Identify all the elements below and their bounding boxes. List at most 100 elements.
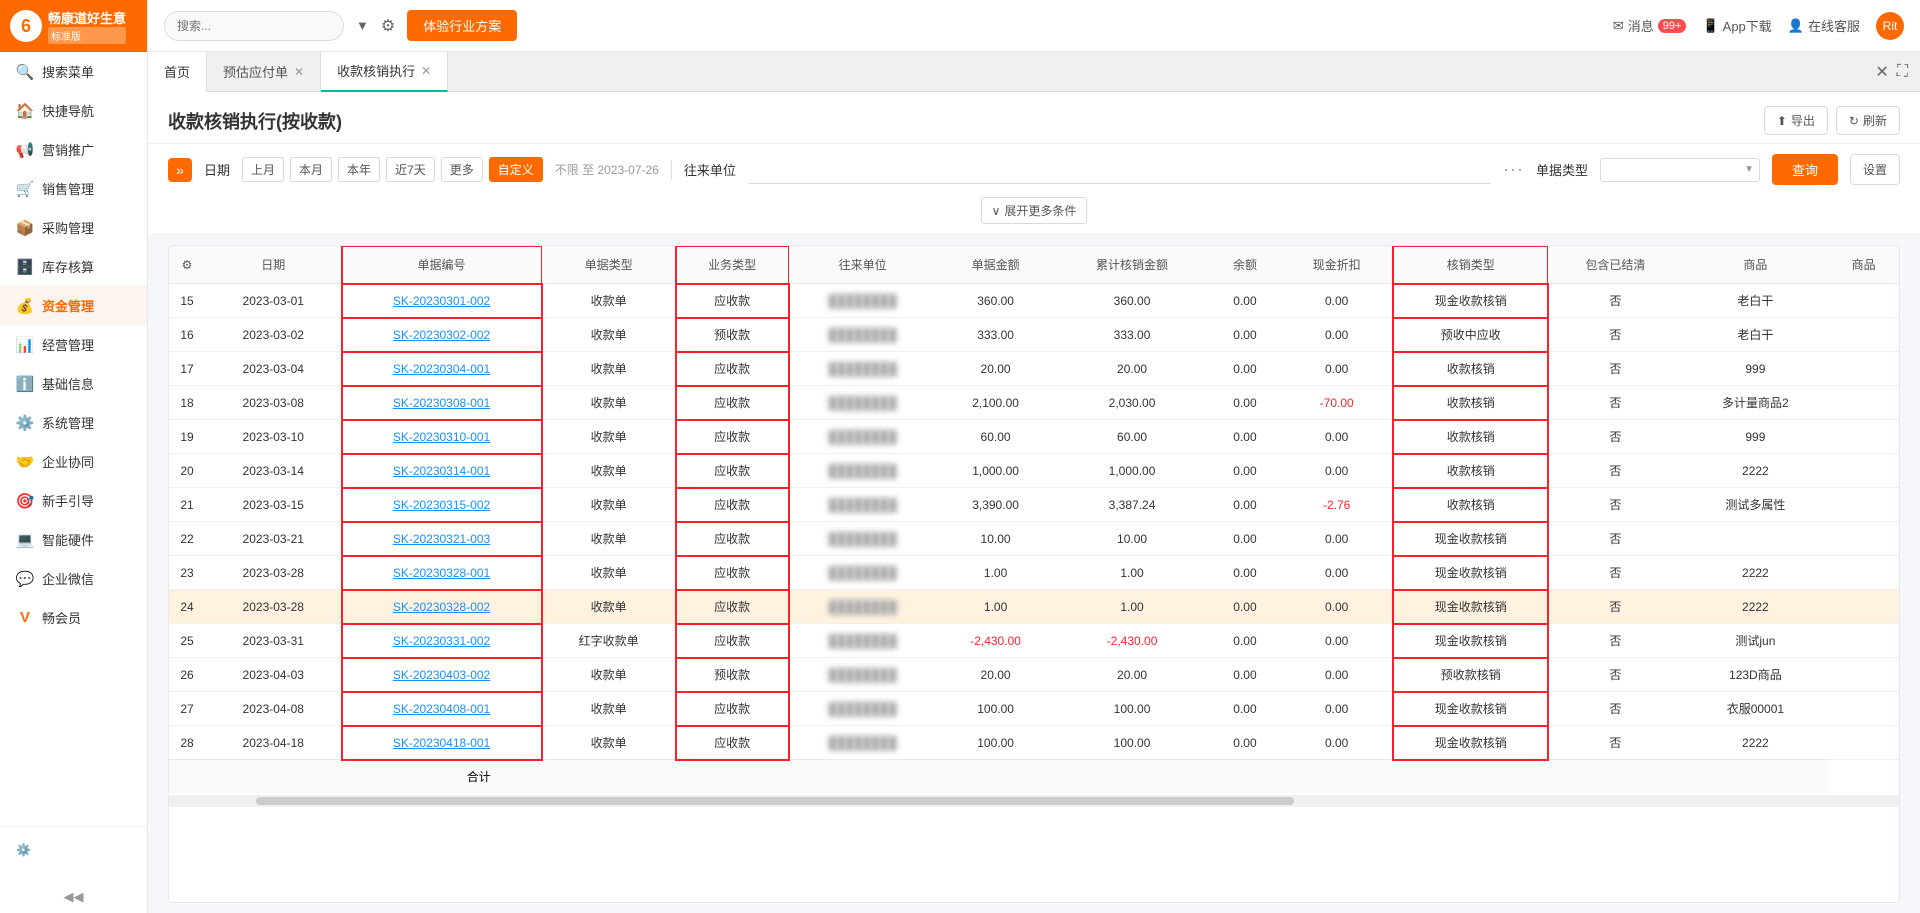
sidebar-item-basic[interactable]: ℹ️ 基础信息	[0, 364, 147, 403]
tab-home[interactable]: 首页	[148, 52, 207, 92]
cell-include-settled: 否	[1548, 590, 1682, 624]
cell-doc-no: SK-20230328-001	[342, 556, 542, 590]
doc-no-link[interactable]: SK-20230418-001	[393, 736, 490, 750]
cell-counterparty: ████████	[789, 386, 937, 420]
logo-icon: 6	[10, 10, 42, 42]
refresh-button[interactable]: ↻ 刷新	[1836, 106, 1900, 135]
sidebar-item-smart-hw[interactable]: 💻 智能硬件	[0, 520, 147, 559]
topbar-gear-icon[interactable]: ⚙	[381, 16, 395, 36]
tab-expand-icon[interactable]: ⛶	[1897, 63, 1908, 81]
app-icon: 📱	[1702, 18, 1718, 34]
cell-cancel-type: 收款核销	[1393, 488, 1548, 522]
sidebar-item-enterprise-wx[interactable]: 💬 企业微信	[0, 559, 147, 598]
cell-product: 测试多属性	[1682, 488, 1828, 522]
cell-biz-type: 预收款	[676, 658, 789, 692]
cell-cash-discount: -2.76	[1280, 488, 1393, 522]
sidebar-item-marketing[interactable]: 📢 营销推广	[0, 130, 147, 169]
doc-no-link[interactable]: SK-20230304-001	[393, 362, 490, 376]
online-service-btn[interactable]: 👤 在线客服	[1788, 16, 1860, 35]
message-btn[interactable]: ✉ 消息 99+	[1613, 16, 1687, 35]
topbar-dropdown-arrow[interactable]: ▼	[356, 18, 369, 33]
cell-biz-type: 应收款	[676, 352, 789, 386]
cell-biz-type: 应收款	[676, 488, 789, 522]
sidebar-item-sales[interactable]: 🛒 销售管理	[0, 169, 147, 208]
doc-no-link[interactable]: SK-20230331-002	[393, 634, 490, 648]
doc-no-link[interactable]: SK-20230328-002	[393, 600, 490, 614]
cell-balance: 0.00	[1210, 454, 1281, 488]
cell-date: 2023-03-04	[205, 352, 342, 386]
table-row: 22 2023-03-21 SK-20230321-003 收款单 应收款 ██…	[169, 522, 1899, 556]
cell-product2	[1828, 556, 1899, 590]
tab-receipt-close[interactable]: ✕	[421, 64, 431, 78]
cell-product2	[1828, 590, 1899, 624]
search-icon: 🔍	[16, 63, 34, 81]
doc-no-link[interactable]: SK-20230314-001	[393, 464, 490, 478]
sidebar-item-enterprise[interactable]: 🤝 企业协同	[0, 442, 147, 481]
expand-more-button[interactable]: ∨ 展开更多条件	[981, 197, 1088, 224]
tab-receipt-exec[interactable]: 收款核销执行 ✕	[321, 52, 448, 92]
sidebar-item-fund[interactable]: 💰 资金管理	[0, 286, 147, 325]
sidebar-item-sys[interactable]: ⚙️ 系统管理	[0, 403, 147, 442]
filter-expand-button[interactable]: »	[168, 158, 192, 182]
industry-solution-button[interactable]: 体验行业方案	[407, 10, 517, 41]
doc-no-link[interactable]: SK-20230408-001	[393, 702, 490, 716]
sidebar-item-purchase[interactable]: 📦 采购管理	[0, 208, 147, 247]
this-month-btn[interactable]: 本月	[290, 157, 332, 182]
app-download-btn[interactable]: 📱 App下载	[1702, 16, 1771, 35]
sidebar-item-search-menu[interactable]: 🔍 搜索菜单	[0, 52, 147, 91]
cell-doc-type: 收款单	[542, 454, 676, 488]
cell-no: 20	[169, 454, 205, 488]
tab-prepay-list[interactable]: 预估应付单 ✕	[207, 52, 321, 92]
doc-no-link[interactable]: SK-20230302-002	[393, 328, 490, 342]
filter-row: » 日期 上月 本月 本年 近7天 更多 自定义 不限 至 2023-07-26…	[168, 154, 1900, 185]
message-badge: 99+	[1658, 19, 1687, 33]
sidebar-item-quick-nav[interactable]: 🏠 快捷导航	[0, 91, 147, 130]
query-button[interactable]: 查询	[1772, 154, 1838, 185]
sidebar-item-newbie[interactable]: 🎯 新手引导	[0, 481, 147, 520]
cell-cumulative: 100.00	[1054, 726, 1209, 760]
doc-no-link[interactable]: SK-20230321-003	[393, 532, 490, 546]
custom-date-btn[interactable]: 自定义	[489, 157, 543, 182]
cell-product2	[1828, 454, 1899, 488]
filter-settings-button[interactable]: 设置	[1850, 154, 1900, 185]
cell-include-settled: 否	[1548, 556, 1682, 590]
cell-amount: 1,000.00	[937, 454, 1055, 488]
user-avatar[interactable]: Rit	[1876, 12, 1904, 40]
last-month-btn[interactable]: 上月	[242, 157, 284, 182]
sidebar-collapse-btn[interactable]: ◀◀	[0, 881, 147, 913]
tab-close-all-icon[interactable]: ✕	[1875, 62, 1888, 82]
cell-cash-discount: 0.00	[1280, 352, 1393, 386]
sales-icon: 🛒	[16, 180, 34, 198]
sidebar-item-ops[interactable]: 📊 经营管理	[0, 325, 147, 364]
cell-cumulative: 2,030.00	[1054, 386, 1209, 420]
counterparty-input[interactable]	[748, 156, 1491, 184]
cell-counterparty: ████████	[789, 590, 937, 624]
cell-include-settled: 否	[1548, 624, 1682, 658]
cell-cumulative: 10.00	[1054, 522, 1209, 556]
cell-product2	[1828, 420, 1899, 454]
horizontal-scrollbar[interactable]	[169, 795, 1899, 807]
sidebar-item-inventory[interactable]: 🗄️ 库存核算	[0, 247, 147, 286]
col-settings[interactable]: ⚙	[169, 246, 205, 284]
doc-no-link[interactable]: SK-20230301-002	[393, 294, 490, 308]
cell-cumulative: 20.00	[1054, 352, 1209, 386]
cell-product2	[1828, 692, 1899, 726]
sidebar-item-vip[interactable]: V 畅会员	[0, 598, 147, 637]
last-7-days-btn[interactable]: 近7天	[386, 157, 435, 182]
doc-no-link[interactable]: SK-20230315-002	[393, 498, 490, 512]
export-button[interactable]: ⬆ 导出	[1764, 106, 1828, 135]
more-date-btn[interactable]: 更多	[441, 157, 483, 182]
doc-no-link[interactable]: SK-20230310-001	[393, 430, 490, 444]
receipt-type-select[interactable]	[1600, 158, 1760, 182]
footer-cumulative	[937, 760, 1055, 794]
this-year-btn[interactable]: 本年	[338, 157, 380, 182]
tab-prepay-close[interactable]: ✕	[294, 65, 304, 79]
topbar-search-input[interactable]	[164, 11, 344, 41]
cell-no: 27	[169, 692, 205, 726]
doc-no-link[interactable]: SK-20230308-001	[393, 396, 490, 410]
doc-no-link[interactable]: SK-20230403-002	[393, 668, 490, 682]
cell-doc-type: 收款单	[542, 556, 676, 590]
doc-no-link[interactable]: SK-20230328-001	[393, 566, 490, 580]
cell-date: 2023-04-03	[205, 658, 342, 692]
sidebar-settings[interactable]: ⚙️	[0, 835, 147, 865]
